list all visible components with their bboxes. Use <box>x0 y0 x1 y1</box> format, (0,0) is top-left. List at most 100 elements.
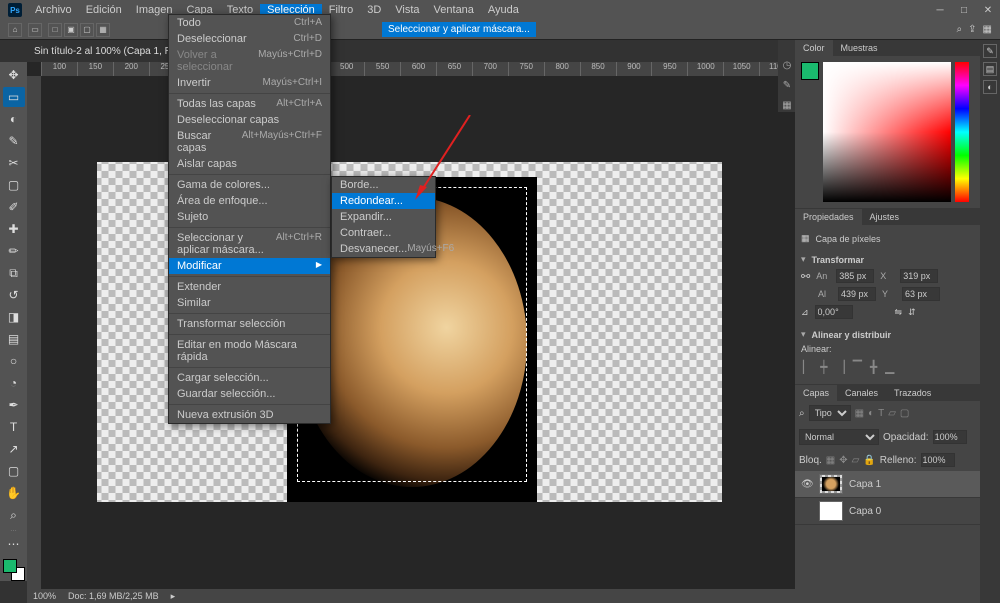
color-current-chip[interactable] <box>801 62 819 80</box>
zoom-tool[interactable]: ⌕ <box>3 505 25 525</box>
align-hcenter-icon[interactable]: ┿ <box>820 360 827 374</box>
submenu-item[interactable]: Contraer... <box>332 225 435 241</box>
flip-v-icon[interactable]: ⇵ <box>908 307 916 318</box>
brush-tool[interactable]: ✏ <box>3 241 25 261</box>
menu-ventana[interactable]: Ventana <box>427 4 481 16</box>
menu-item[interactable]: Cargar selección... <box>169 370 330 386</box>
filter-smart-icon[interactable]: ▢ <box>900 408 909 419</box>
tab-properties[interactable]: Propiedades <box>795 209 862 225</box>
lock-artboard-icon[interactable]: ▱ <box>852 455 860 466</box>
zoom-status[interactable]: 100% <box>33 591 56 601</box>
color-swatches[interactable] <box>3 559 25 581</box>
menu-item[interactable]: Todas las capasAlt+Ctrl+A <box>169 96 330 112</box>
filter-kind-icon[interactable]: ⌕ <box>799 408 805 419</box>
marquee-tool-preview[interactable]: ▭ <box>28 23 42 37</box>
menu-item[interactable]: Gama de colores... <box>169 177 330 193</box>
menu-item[interactable]: Similar <box>169 295 330 311</box>
brushes-icon[interactable]: ✎ <box>780 78 794 92</box>
layer-thumb-0[interactable] <box>819 501 843 521</box>
layer-thumb-1[interactable] <box>819 474 843 494</box>
lock-all-icon[interactable]: 🔒 <box>863 455 875 466</box>
blend-mode-select[interactable]: Normal <box>799 429 879 445</box>
crop-tool[interactable]: ✂ <box>3 153 25 173</box>
menu-item[interactable]: DeseleccionarCtrl+D <box>169 31 330 47</box>
color-field[interactable] <box>823 62 951 202</box>
menu-item[interactable]: Editar en modo Máscara rápida <box>169 337 330 365</box>
tab-layers[interactable]: Capas <box>795 385 837 401</box>
menu-item[interactable]: Deseleccionar capas <box>169 112 330 128</box>
lasso-tool[interactable]: ◐ <box>3 109 25 129</box>
menu-item[interactable]: Extender <box>169 279 330 295</box>
marquee-tool[interactable]: ▭ <box>3 87 25 107</box>
submenu-item[interactable]: Desvanecer...Mayús+F6 <box>332 241 435 257</box>
select-and-mask-button[interactable]: Seleccionar y aplicar máscara... <box>382 22 536 37</box>
align-left-icon[interactable]: ▏ <box>803 360 812 374</box>
history-icon[interactable]: ◷ <box>780 58 794 72</box>
menu-item[interactable]: TodoCtrl+A <box>169 15 330 31</box>
menu-item[interactable]: Guardar selección... <box>169 386 330 402</box>
new-selection-icon[interactable]: □ <box>48 23 62 37</box>
edit-toolbar[interactable]: ⋯ <box>3 534 25 554</box>
libraries-icon[interactable]: ▤ <box>983 62 997 76</box>
menu-archivo[interactable]: Archivo <box>28 4 79 16</box>
share-icon[interactable]: ⇪ <box>968 24 976 35</box>
filter-shape-icon[interactable]: ▱ <box>888 408 896 419</box>
layer-name-0[interactable]: Capa 0 <box>849 506 881 517</box>
transform-section[interactable]: Transformar <box>812 255 865 265</box>
tab-swatches[interactable]: Muestras <box>833 40 886 56</box>
pen-tool[interactable]: ✒ <box>3 395 25 415</box>
align-top-icon[interactable]: ▔ <box>853 360 862 374</box>
layer-kind-select[interactable]: Tipo <box>809 405 851 421</box>
stamp-tool[interactable]: ⧉ <box>3 263 25 283</box>
menu-item[interactable]: Seleccionar y aplicar máscara...Alt+Ctrl… <box>169 230 330 258</box>
blur-tool[interactable]: ○ <box>3 351 25 371</box>
maximize-button[interactable]: □ <box>952 0 976 20</box>
gradient-tool[interactable]: ▤ <box>3 329 25 349</box>
menu-edición[interactable]: Edición <box>79 4 129 16</box>
eyedropper-tool[interactable]: ✐ <box>3 197 25 217</box>
filter-type-icon[interactable]: T <box>878 408 884 419</box>
foreground-color-swatch[interactable] <box>3 559 17 573</box>
y-input[interactable] <box>902 287 940 301</box>
menu-item[interactable]: Volver a seleccionarMayús+Ctrl+D <box>169 47 330 75</box>
opacity-input[interactable] <box>933 430 967 444</box>
menu-item[interactable]: Modificar▶ <box>169 258 330 274</box>
subtract-selection-icon[interactable]: ▢ <box>80 23 94 37</box>
x-input[interactable] <box>900 269 938 283</box>
menu-vista[interactable]: Vista <box>388 4 426 16</box>
tab-adjustments[interactable]: Ajustes <box>862 209 908 225</box>
hue-slider[interactable] <box>955 62 969 202</box>
menu-item[interactable]: InvertirMayús+Ctrl+I <box>169 75 330 91</box>
angle-input[interactable] <box>815 305 853 319</box>
dodge-tool[interactable]: ◔ <box>3 373 25 393</box>
align-bottom-icon[interactable]: ▁ <box>885 360 894 374</box>
healing-tool[interactable]: ✚ <box>3 219 25 239</box>
adjustments-icon[interactable]: ◐ <box>983 80 997 94</box>
quick-select-tool[interactable]: ✎ <box>3 131 25 151</box>
filter-adjust-icon[interactable]: ◐ <box>868 408 874 419</box>
submenu-item[interactable]: Borde... <box>332 177 435 193</box>
fill-input[interactable] <box>921 453 955 467</box>
submenu-item[interactable]: Expandir... <box>332 209 435 225</box>
menu-item[interactable]: Sujeto <box>169 209 330 225</box>
add-selection-icon[interactable]: ▣ <box>64 23 78 37</box>
history-brush-tool[interactable]: ↺ <box>3 285 25 305</box>
search-icon[interactable]: ⌕ <box>957 24 963 35</box>
close-button[interactable]: ✕ <box>976 0 1000 20</box>
menu-item[interactable]: Área de enfoque... <box>169 193 330 209</box>
visibility-icon[interactable]: 👁 <box>801 479 813 490</box>
shape-tool[interactable]: ▢ <box>3 461 25 481</box>
lock-pixels-icon[interactable]: ▦ <box>826 455 835 466</box>
lock-position-icon[interactable]: ✥ <box>839 455 847 466</box>
menu-item[interactable]: Aislar capas <box>169 156 330 172</box>
tab-paths[interactable]: Trazados <box>886 385 939 401</box>
eraser-tool[interactable]: ◨ <box>3 307 25 327</box>
layer-name-1[interactable]: Capa 1 <box>849 479 881 490</box>
flip-h-icon[interactable]: ⇋ <box>895 307 903 318</box>
hand-tool[interactable]: ✋ <box>3 483 25 503</box>
layer-row-0[interactable]: Capa 0 <box>795 498 980 525</box>
status-arrow-icon[interactable]: ▸ <box>171 591 176 602</box>
frame-tool[interactable]: ▢ <box>3 175 25 195</box>
intersect-selection-icon[interactable]: ▦ <box>96 23 110 37</box>
learn-icon[interactable]: ✎ <box>983 44 997 58</box>
